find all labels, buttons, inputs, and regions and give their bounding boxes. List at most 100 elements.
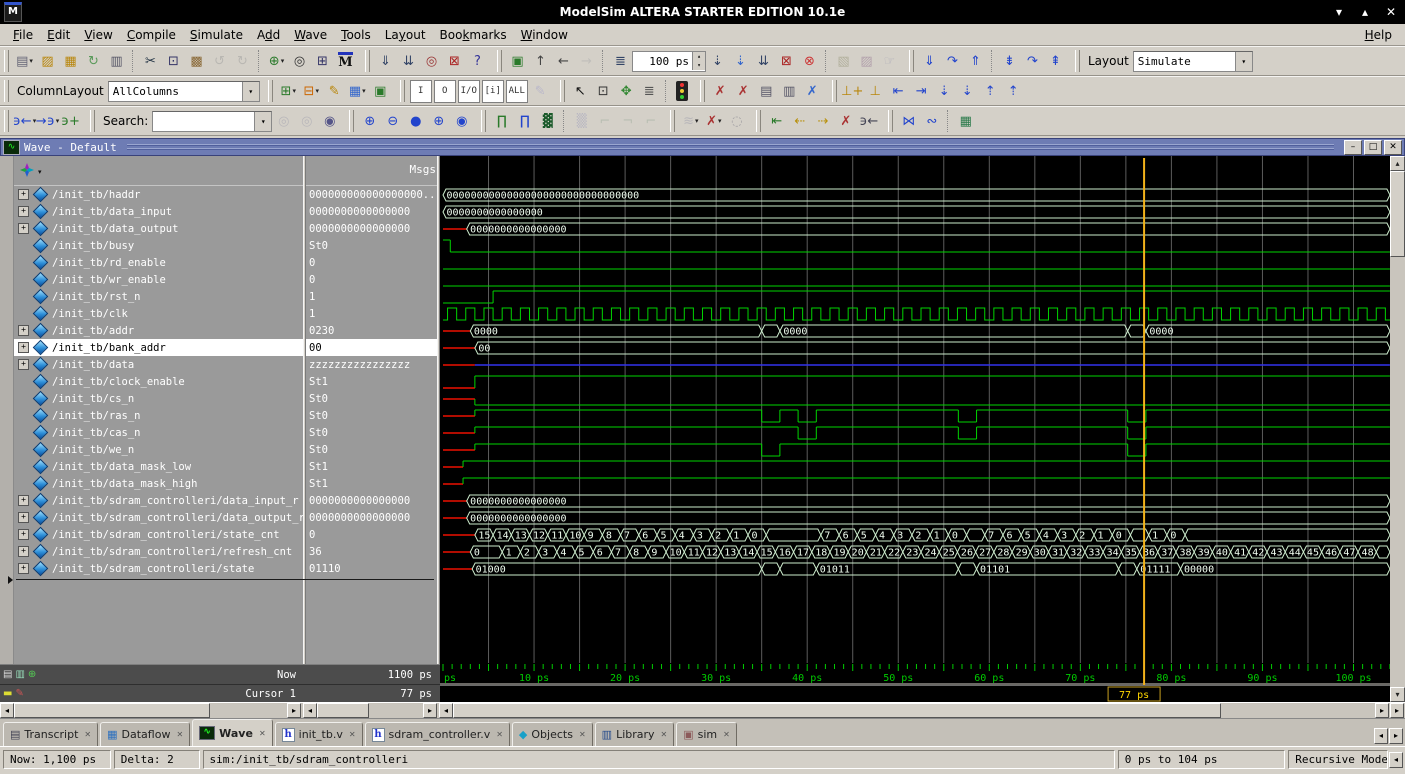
compile[interactable]: ⇓ (374, 50, 397, 73)
wave-window-titlebar[interactable]: ∿ Wave - Default – □ ✕ (0, 138, 1405, 156)
step-out[interactable]: ⇑ (964, 50, 987, 73)
run-continue[interactable]: ⇣ (729, 50, 752, 73)
scroll-left-button[interactable]: ◂ (303, 703, 317, 718)
scroll-down-button[interactable]: ▾ (1390, 687, 1405, 702)
examine-mode[interactable]: ☞ (878, 50, 901, 73)
grid-view[interactable]: ▦ (954, 110, 977, 133)
signal-value-rd_enable[interactable]: 0 (306, 254, 437, 271)
search-options[interactable]: ◉ (318, 110, 341, 133)
signal-row-data_mask_low[interactable]: /init_tb/data_mask_low (14, 458, 303, 475)
zoom-full[interactable]: ● (404, 110, 427, 133)
search-input-dropdown[interactable]: ▾ (254, 111, 272, 131)
save-wave-format[interactable]: ▦ ▾ (346, 80, 369, 103)
step-into[interactable]: ⇓ (918, 50, 941, 73)
wave-close-button[interactable]: ✕ (1384, 139, 1402, 155)
insert-cursor[interactable]: ⊥+ (841, 80, 864, 103)
clear-search[interactable]: ✗ (801, 80, 824, 103)
menu-edit[interactable]: Edit (40, 26, 77, 44)
edge-mask-2[interactable]: ¬ (616, 110, 639, 133)
tab-init-tb-v[interactable]: h init_tb.v ✕ (274, 722, 363, 746)
signal-value-state_cnt[interactable]: 0 (306, 526, 437, 543)
add-to-wave[interactable]: ⊞ ▾ (277, 80, 300, 103)
signal-value-clock_enable[interactable]: St1 (306, 373, 437, 390)
signal-row-state_cnt[interactable]: + /init_tb/sdram_controlleri/state_cnt (14, 526, 303, 543)
filter-output-ports[interactable]: O (433, 79, 456, 103)
names-hscroll-thumb[interactable] (14, 703, 210, 718)
toolbar-group-handle[interactable] (4, 110, 9, 132)
pattern-box[interactable]: ▒ (570, 110, 593, 133)
delete-cursor[interactable]: ⊥ (864, 80, 887, 103)
memory-profile[interactable]: ▨ (855, 50, 878, 73)
corner-button[interactable]: ▸ (1390, 703, 1404, 718)
previous-transition[interactable]: ⇤ (887, 80, 910, 103)
menu-window[interactable]: Window (514, 26, 575, 44)
signal-row-bank_addr[interactable]: + /init_tb/bank_addr (14, 339, 303, 356)
signal-value-data_output_r[interactable]: 0000000000000000 (306, 509, 437, 526)
menu-add[interactable]: Add (250, 26, 287, 44)
step-out-current[interactable]: ⇞ (1044, 50, 1067, 73)
cursor-label[interactable]: Cursor 1 (53, 688, 306, 700)
tab-close-icon[interactable]: ✕ (661, 730, 668, 739)
signal-row-cas_n[interactable]: /init_tb/cas_n (14, 424, 303, 441)
toolbar-group-handle[interactable] (670, 110, 676, 132)
expand-time[interactable]: ϶+ (59, 110, 82, 133)
signal-row-wr_enable[interactable]: /init_tb/wr_enable (14, 271, 303, 288)
toolbar-group-handle[interactable] (90, 110, 95, 132)
export-wave[interactable]: ▣ (369, 80, 392, 103)
msgs-column-header[interactable]: Msgs (306, 163, 444, 176)
collapse-time-right[interactable]: →϶ ▾ (36, 110, 59, 133)
signal-value-data_input_r[interactable]: 0000000000000000 (306, 492, 437, 509)
values-hscroll-thumb[interactable] (317, 703, 369, 718)
copy[interactable]: ⊡ (162, 50, 185, 73)
signal-row-haddr[interactable]: + /init_tb/haddr (14, 186, 303, 203)
toolbar-group-handle[interactable] (349, 110, 355, 132)
expand-hierarchy[interactable]: ⊞ (311, 50, 334, 73)
expand-menu[interactable]: ≋ ▾ (679, 110, 702, 133)
signal-value-refresh_cnt[interactable]: 36 (306, 543, 437, 560)
signal-value-haddr[interactable]: 000000000000000000... (306, 186, 437, 203)
filter-internal-signals[interactable]: [i] (481, 79, 504, 103)
signal-row-busy[interactable]: /init_tb/busy (14, 237, 303, 254)
signal-row-addr[interactable]: + /init_tb/addr (14, 322, 303, 339)
remove-from-wave[interactable]: ⊟ ▾ (300, 80, 323, 103)
view-full-wave[interactable]: ▓ (536, 110, 559, 133)
instance-selector-arrow[interactable]: ▾ (38, 168, 42, 176)
tab-close-icon[interactable]: ✕ (84, 730, 91, 739)
collapse-time-left[interactable]: ϶← ▾ (13, 110, 36, 133)
next-rising-edge[interactable]: ⇡ (1002, 80, 1025, 103)
tab-wave[interactable]: ∿ Wave ✕ (192, 719, 273, 746)
edge-mask-3[interactable]: ⌐ (639, 110, 662, 133)
signal-value-data_mask_high[interactable]: St1 (306, 475, 437, 492)
toolbar-group-handle[interactable] (1075, 50, 1080, 72)
columnlayout-combo-dropdown[interactable]: ▾ (241, 81, 259, 101)
signal-value-data[interactable]: zzzzzzzzzzzzzzzz (306, 356, 437, 373)
scroll-right-button[interactable]: ▸ (287, 703, 301, 718)
expand-plus-icon[interactable]: + (18, 223, 29, 234)
signal-row-clk[interactable]: /init_tb/clk (14, 305, 303, 322)
signal-row-clock_enable[interactable]: /init_tb/clock_enable (14, 373, 303, 390)
zoom-in[interactable]: ⊕ (358, 110, 381, 133)
delete-cursor-left[interactable]: ✗ (709, 80, 732, 103)
stop[interactable]: ⊗ (798, 50, 821, 73)
show-notes[interactable]: ▤ (755, 80, 778, 103)
tab-library[interactable]: ▥ Library ✕ (594, 722, 675, 746)
cursor-row[interactable]: ▬ ✎ Cursor 1 77 ps (0, 684, 440, 702)
save[interactable]: ▦ (59, 50, 82, 73)
names-hscrollbar[interactable]: ◂ ▸ (0, 703, 302, 718)
goto-source[interactable]: ▣ (506, 50, 529, 73)
trace-connections[interactable]: ◌ (725, 110, 748, 133)
filter-all[interactable]: ALL (505, 79, 528, 103)
back[interactable]: ← (552, 50, 575, 73)
signal-value-cas_n[interactable]: St0 (306, 424, 437, 441)
break-simulation[interactable]: ⊠ (443, 50, 466, 73)
search-reverse[interactable]: ◎ (272, 110, 295, 133)
run-length-down[interactable]: ▾ (693, 61, 705, 70)
stop-drawing[interactable] (675, 81, 688, 101)
signal-row-data_output[interactable]: + /init_tb/data_output (14, 220, 303, 237)
simulate[interactable]: ◎ (420, 50, 443, 73)
run-length-up[interactable]: ▴ (693, 52, 705, 61)
cursor-edit-icon[interactable]: ✎ (15, 688, 23, 700)
signal-row-state[interactable]: + /init_tb/sdram_controlleri/state (14, 560, 303, 577)
waveform-canvas[interactable]: 0000000000000000000000000000000000000000… (440, 156, 1390, 702)
instance-selector-icon[interactable] (20, 163, 34, 177)
